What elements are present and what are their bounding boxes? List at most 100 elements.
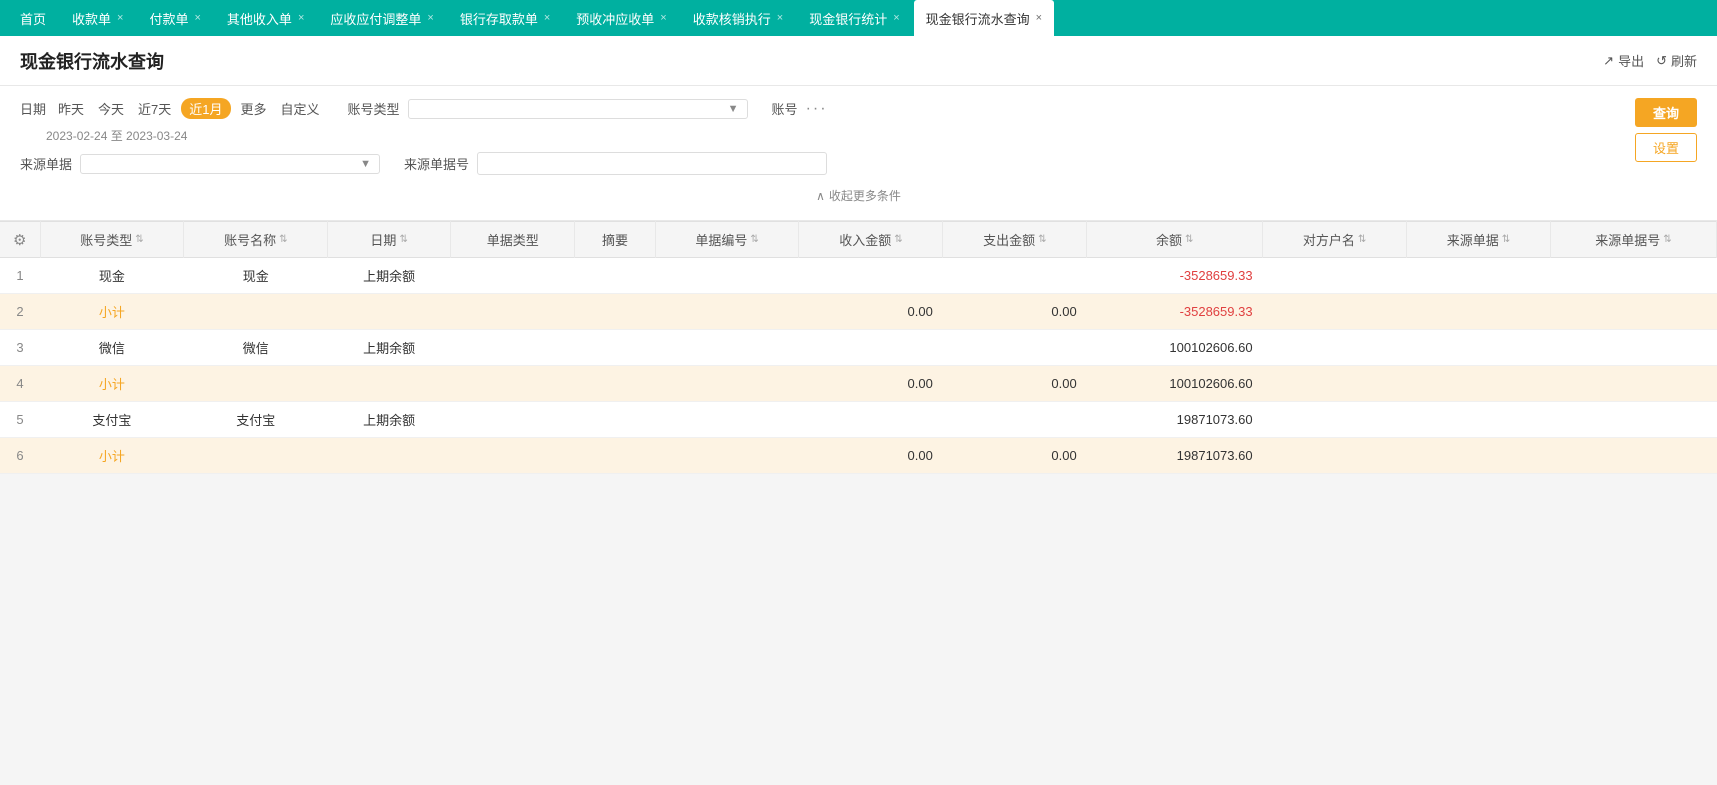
collapse-label: 收起更多条件 <box>829 187 901 204</box>
gear-icon: ⚙ <box>13 232 26 249</box>
th-account-name[interactable]: 账号名称 ⇅ <box>184 222 328 258</box>
source-doc-select[interactable]: ▼ <box>80 154 380 174</box>
sort-date-icon: ⇅ <box>399 234 407 245</box>
cell-doc-type <box>451 366 575 402</box>
cell-source-doc-num <box>1550 402 1716 438</box>
nav-tab-receipt[interactable]: 收款单 × <box>60 0 135 36</box>
page-header: 现金银行流水查询 ↗ 导出 ↺ 刷新 <box>0 36 1717 86</box>
cell-counterparty <box>1263 258 1407 294</box>
cell-account-type: 现金 <box>40 258 184 294</box>
th-doc-num[interactable]: 单据编号 ⇅ <box>655 222 799 258</box>
th-expense[interactable]: 支出金额 ⇅ <box>943 222 1087 258</box>
account-type-select[interactable]: ▼ <box>408 99 748 119</box>
nav-tab-ar-adjust[interactable]: 应收应付调整单 × <box>318 0 445 36</box>
nav-tab-receipt-label: 收款单 <box>72 9 111 28</box>
th-gear[interactable]: ⚙ <box>0 222 40 258</box>
th-doc-type: 单据类型 <box>451 222 575 258</box>
cell-balance: 100102606.60 <box>1087 330 1263 366</box>
collapse-bar[interactable]: ∧ 收起更多条件 <box>20 183 1697 208</box>
nav-tab-receipt-close[interactable]: × <box>117 12 123 24</box>
nav-tab-ar-adjust-close[interactable]: × <box>427 12 433 24</box>
cell-account-name: 支付宝 <box>184 402 328 438</box>
cell-income: 0.00 <box>799 294 943 330</box>
sort-account-name-icon: ⇅ <box>279 234 287 245</box>
filter-actions: 查询 设置 <box>1635 98 1697 162</box>
th-account-type[interactable]: 账号类型 ⇅ <box>40 222 184 258</box>
refresh-icon: ↺ <box>1656 53 1667 69</box>
cell-account-type: 小计 <box>40 366 184 402</box>
cell-source-doc <box>1406 402 1550 438</box>
nav-tab-payment[interactable]: 付款单 × <box>137 0 212 36</box>
nav-tab-collection-exec[interactable]: 收款核销执行 × <box>681 0 795 36</box>
nav-tab-bank-deposit[interactable]: 银行存取款单 × <box>448 0 562 36</box>
cell-source-doc <box>1406 258 1550 294</box>
cell-expense: 0.00 <box>943 366 1087 402</box>
table-body: 1现金现金上期余额-3528659.332小计0.000.00-3528659.… <box>0 258 1717 474</box>
account-dots-btn[interactable]: ··· <box>806 100 828 118</box>
nav-tab-payment-close[interactable]: × <box>194 12 200 24</box>
th-counterparty[interactable]: 对方户名 ⇅ <box>1263 222 1407 258</box>
cell-date <box>328 294 451 330</box>
nav-tab-other-income[interactable]: 其他收入单 × <box>215 0 316 36</box>
th-date[interactable]: 日期 ⇅ <box>328 222 451 258</box>
table-row: 4小计0.000.00100102606.60 <box>0 366 1717 402</box>
cell-expense: 0.00 <box>943 294 1087 330</box>
nav-tab-collection-exec-close[interactable]: × <box>777 12 783 24</box>
date-opt-1month[interactable]: 近1月 <box>181 98 230 119</box>
th-balance[interactable]: 余额 ⇅ <box>1087 222 1263 258</box>
cell-expense: 0.00 <box>943 438 1087 474</box>
cell-source-doc-num <box>1550 330 1716 366</box>
cell-date <box>328 438 451 474</box>
th-income[interactable]: 收入金额 ⇅ <box>799 222 943 258</box>
cell-doc-type <box>451 294 575 330</box>
date-opt-custom[interactable]: 自定义 <box>277 98 324 119</box>
nav-tab-cash-bank-stat-close[interactable]: × <box>893 12 899 24</box>
export-label: 导出 <box>1618 51 1644 70</box>
nav-tab-other-income-close[interactable]: × <box>298 12 304 24</box>
date-opt-today[interactable]: 今天 <box>94 98 128 119</box>
cell-source-doc <box>1406 438 1550 474</box>
date-opt-7days[interactable]: 近7天 <box>134 98 175 119</box>
nav-tab-advance-offset[interactable]: 预收冲应收单 × <box>564 0 678 36</box>
cell-summary <box>575 366 655 402</box>
th-source-doc-num[interactable]: 来源单据号 ⇅ <box>1550 222 1716 258</box>
nav-tab-cash-bank-stat-label: 现金银行统计 <box>809 9 887 28</box>
settings-button[interactable]: 设置 <box>1635 133 1697 162</box>
nav-tab-cash-bank-flow-close[interactable]: × <box>1036 12 1042 24</box>
account-type-chevron: ▼ <box>728 103 739 115</box>
cell-source-doc <box>1406 330 1550 366</box>
date-filter: 日期 昨天 今天 近7天 近1月 更多 自定义 <box>20 98 324 119</box>
cell-doc-num <box>655 294 799 330</box>
nav-tab-home[interactable]: 首页 <box>8 0 58 36</box>
date-range-display: 2023-02-24 至 2023-03-24 <box>46 127 1595 144</box>
cell-summary <box>575 330 655 366</box>
cell-counterparty <box>1263 438 1407 474</box>
nav-tab-cash-bank-flow[interactable]: 现金银行流水查询 × <box>914 0 1054 36</box>
source-doc-num-input[interactable] <box>477 152 827 175</box>
nav-tab-collection-exec-label: 收款核销执行 <box>693 9 771 28</box>
date-opt-more[interactable]: 更多 <box>237 98 271 119</box>
nav-tab-advance-offset-close[interactable]: × <box>660 12 666 24</box>
cell-row-num: 4 <box>0 366 40 402</box>
th-source-doc[interactable]: 来源单据 ⇅ <box>1406 222 1550 258</box>
cell-counterparty <box>1263 366 1407 402</box>
refresh-button[interactable]: ↺ 刷新 <box>1656 51 1697 70</box>
cell-account-name <box>184 438 328 474</box>
refresh-label: 刷新 <box>1671 51 1697 70</box>
nav-tab-payment-label: 付款单 <box>149 9 188 28</box>
cell-row-num: 3 <box>0 330 40 366</box>
sort-counterparty-icon: ⇅ <box>1358 234 1366 245</box>
cell-account-type: 小计 <box>40 294 184 330</box>
table-header-row: ⚙ 账号类型 ⇅ 账号名称 ⇅ 日期 <box>0 222 1717 258</box>
data-table: ⚙ 账号类型 ⇅ 账号名称 ⇅ 日期 <box>0 221 1717 474</box>
export-button[interactable]: ↗ 导出 <box>1603 51 1644 70</box>
nav-tab-advance-offset-label: 预收冲应收单 <box>576 9 654 28</box>
source-doc-filter: 来源单据 ▼ <box>20 154 380 174</box>
query-button[interactable]: 查询 <box>1635 98 1697 127</box>
sort-income-icon: ⇅ <box>894 234 902 245</box>
nav-tab-bank-deposit-close[interactable]: × <box>544 12 550 24</box>
nav-tab-cash-bank-stat[interactable]: 现金银行统计 × <box>797 0 911 36</box>
cell-doc-type <box>451 438 575 474</box>
nav-tab-other-income-label: 其他收入单 <box>227 9 292 28</box>
date-opt-yesterday[interactable]: 昨天 <box>54 98 88 119</box>
